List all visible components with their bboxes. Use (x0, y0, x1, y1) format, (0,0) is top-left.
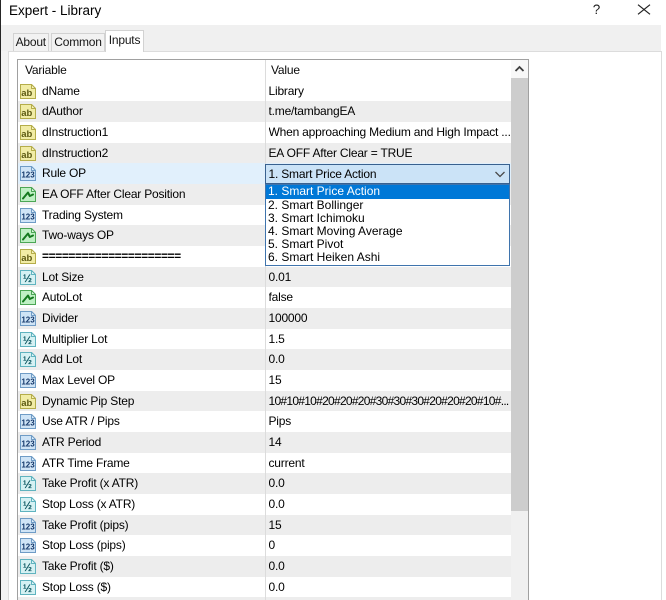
svg-text:½: ½ (23, 583, 32, 595)
svg-text:½: ½ (23, 500, 32, 512)
svg-text:½: ½ (23, 562, 32, 574)
svg-text:ab: ab (21, 129, 32, 140)
svg-text:123: 123 (21, 439, 35, 448)
svg-text:½: ½ (23, 335, 32, 347)
svg-text:ab: ab (21, 253, 32, 264)
svg-text:½: ½ (23, 273, 32, 285)
svg-text:123: 123 (21, 419, 35, 428)
svg-text:123: 123 (21, 522, 35, 531)
svg-text:½: ½ (23, 479, 32, 491)
svg-text:123: 123 (21, 171, 35, 180)
svg-text:123: 123 (21, 315, 35, 324)
svg-text:123: 123 (21, 212, 35, 221)
svg-text:ab: ab (21, 108, 32, 119)
svg-text:½: ½ (23, 355, 32, 367)
svg-text:123: 123 (21, 377, 35, 386)
svg-text:ab: ab (21, 397, 32, 408)
svg-text:123: 123 (21, 543, 35, 552)
svg-text:123: 123 (21, 460, 35, 469)
svg-text:ab: ab (21, 87, 32, 98)
svg-text:ab: ab (21, 149, 32, 160)
